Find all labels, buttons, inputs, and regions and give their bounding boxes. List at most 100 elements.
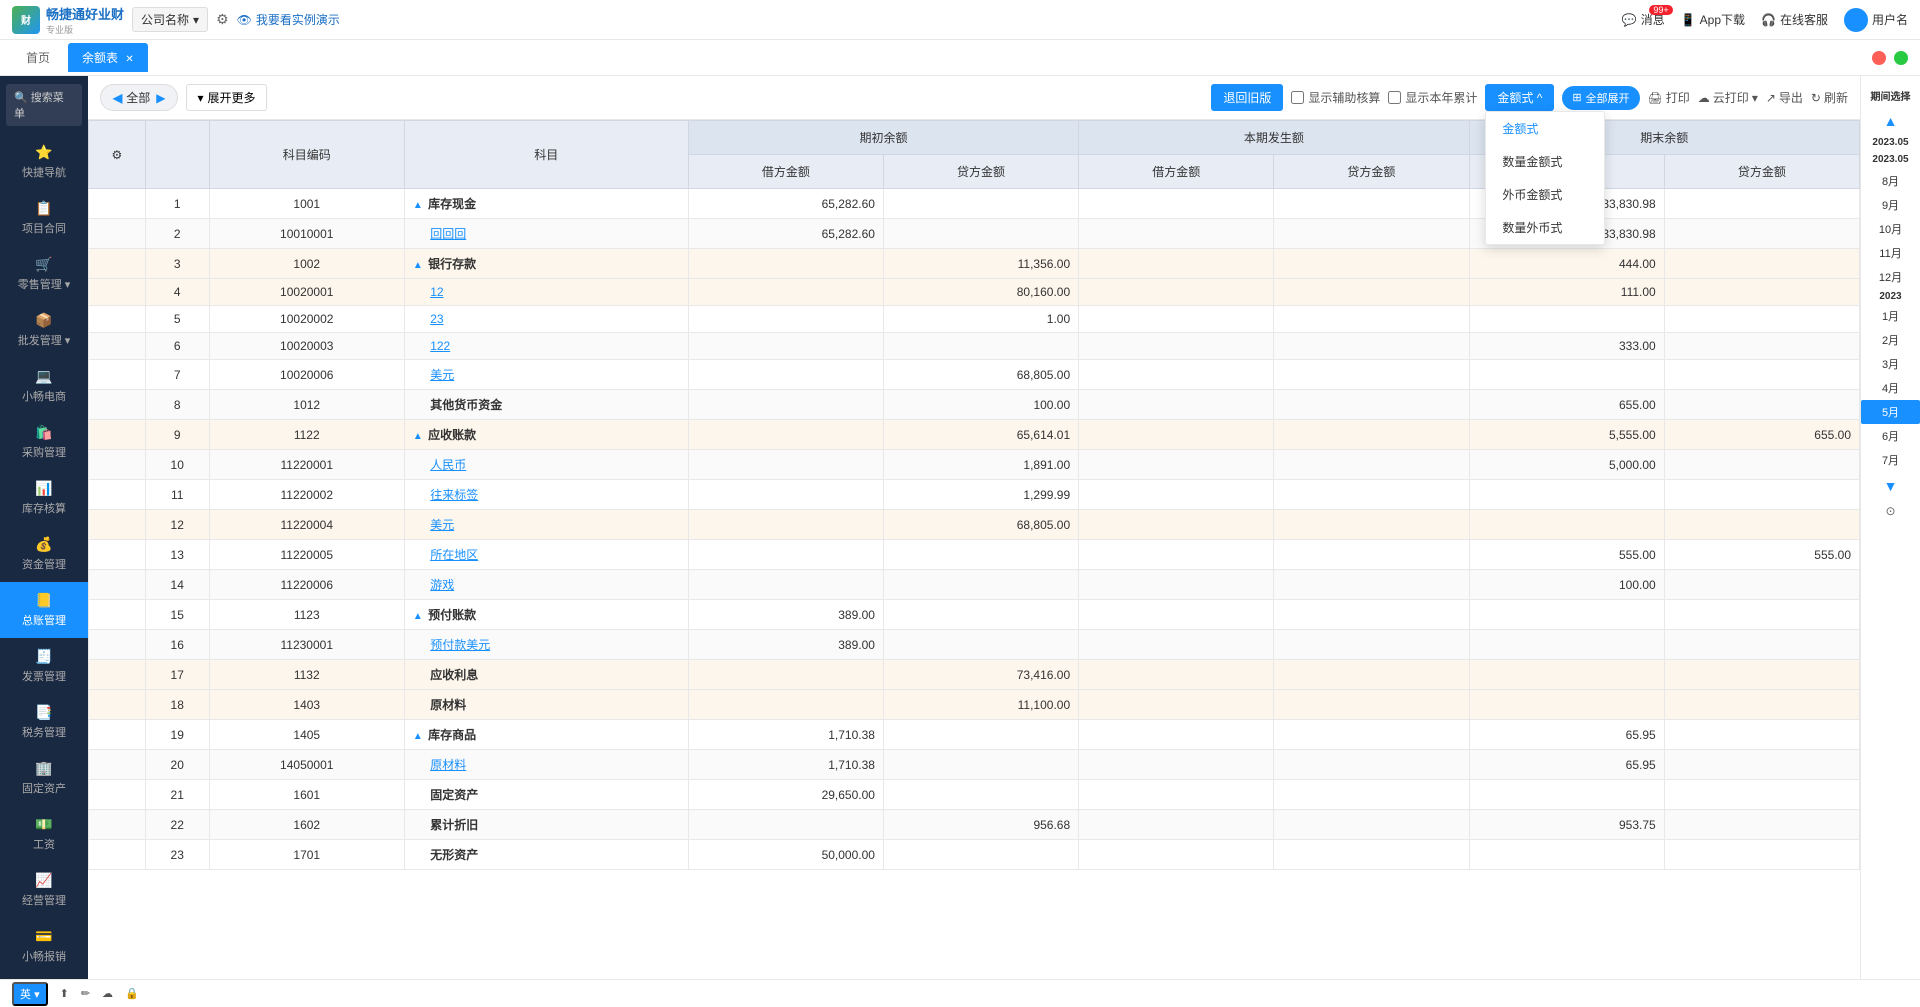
period-down-arrow[interactable]: ▼	[1880, 474, 1902, 498]
tab-balance[interactable]: 余额表 ✕	[68, 43, 148, 72]
row-subject-cell[interactable]: 游戏	[404, 570, 688, 600]
subject-name[interactable]: 回回回	[430, 227, 466, 241]
language-button[interactable]: 英 ▾	[12, 982, 48, 1006]
row-subject-cell[interactable]: 122	[404, 333, 688, 360]
expand-icon[interactable]: ▲	[413, 731, 423, 742]
subject-name[interactable]: 122	[430, 339, 450, 353]
company-selector[interactable]: 公司名称 ▾	[132, 7, 208, 32]
tab-close-icon[interactable]: ✕	[125, 54, 133, 65]
row-subject-cell[interactable]: 固定资产	[404, 780, 688, 810]
sidebar-item-wholesale[interactable]: 📦 批发管理 ▾	[0, 302, 88, 358]
settings-icon[interactable]: ⚙	[216, 11, 229, 28]
mode-option-qty-amount[interactable]: 数量金额式	[1486, 145, 1604, 178]
row-subject-cell[interactable]: 其他货币资金	[404, 390, 688, 420]
expand-icon[interactable]: ▲	[413, 200, 423, 211]
panel-collapse-button[interactable]: ⊙	[1881, 500, 1899, 522]
demo-link[interactable]: 👁 我要看实例演示	[237, 11, 340, 28]
sidebar-item-capital[interactable]: 💰 资金管理	[0, 526, 88, 582]
window-maximize-button[interactable]	[1894, 51, 1908, 65]
row-subject-cell[interactable]: 美元	[404, 510, 688, 540]
show-ytd-checkbox[interactable]: 显示本年累计	[1388, 89, 1477, 106]
month-button-10月[interactable]: 10月	[1861, 217, 1920, 241]
search-menu-button[interactable]: 🔍 搜索菜单	[6, 84, 82, 126]
app-download-button[interactable]: 📱 App下载	[1681, 11, 1745, 28]
month-button-5月[interactable]: 5月	[1861, 400, 1920, 424]
sidebar-item-accounting[interactable]: 📒 总账管理	[0, 582, 88, 638]
expand-more-button[interactable]: ▾ 展开更多	[186, 84, 266, 111]
row-subject-cell[interactable]: 人民币	[404, 450, 688, 480]
table-settings-icon[interactable]: ⚙	[112, 148, 123, 162]
subject-name[interactable]: 游戏	[430, 578, 454, 592]
period-up-arrow[interactable]: ▲	[1880, 109, 1902, 133]
row-subject-cell[interactable]: 往来标签	[404, 480, 688, 510]
row-subject-cell[interactable]: ▲ 银行存款	[404, 249, 688, 279]
bottom-icon-3[interactable]: ☁	[102, 987, 113, 1000]
cloud-print-button[interactable]: ☁ 云打印 ▾	[1698, 89, 1758, 106]
row-subject-cell[interactable]: 原材料	[404, 690, 688, 720]
row-subject-cell[interactable]: 美元	[404, 360, 688, 390]
subject-name[interactable]: 往来标签	[430, 488, 478, 502]
sidebar-item-purchase[interactable]: 🛍️ 采购管理	[0, 414, 88, 470]
sidebar-item-basic[interactable]: 🗂️ 基础信息	[0, 974, 88, 979]
row-subject-cell[interactable]: 无形资产	[404, 840, 688, 870]
sidebar-item-invoice[interactable]: 🧾 发票管理	[0, 638, 88, 694]
month-button-11月[interactable]: 11月	[1861, 241, 1920, 265]
row-subject-cell[interactable]: 23	[404, 306, 688, 333]
row-subject-cell[interactable]: 回回回	[404, 219, 688, 249]
sidebar-item-fixed-assets[interactable]: 🏢 固定资产	[0, 750, 88, 806]
row-subject-cell[interactable]: ▲ 库存现金	[404, 189, 688, 219]
expand-icon[interactable]: ▲	[413, 431, 423, 442]
all-filter-button[interactable]: ◀ 全部 ▶	[100, 84, 178, 111]
subject-name[interactable]: 预付款美元	[430, 638, 490, 652]
month-button-8月[interactable]: 8月	[1861, 169, 1920, 193]
return-old-version-button[interactable]: 退回旧版	[1211, 84, 1283, 111]
subject-name[interactable]: 美元	[430, 518, 454, 532]
row-subject-cell[interactable]: 应收利息	[404, 660, 688, 690]
row-subject-cell[interactable]: 12	[404, 279, 688, 306]
row-subject-cell[interactable]: ▲ 应收账款	[404, 420, 688, 450]
print-button[interactable]: 🖨 打印	[1648, 89, 1690, 106]
mode-option-amount[interactable]: 金额式	[1486, 112, 1604, 145]
month-button-7月[interactable]: 7月	[1861, 448, 1920, 472]
online-service-button[interactable]: 🎧 在线客服	[1761, 11, 1828, 28]
refresh-button[interactable]: ↻ 刷新	[1811, 89, 1848, 106]
subject-name[interactable]: 人民币	[430, 458, 466, 472]
row-subject-cell[interactable]: 所在地区	[404, 540, 688, 570]
subject-name[interactable]: 所在地区	[430, 548, 478, 562]
subject-name[interactable]: 23	[430, 312, 443, 326]
bottom-icon-4[interactable]: 🔒	[125, 987, 139, 1000]
sidebar-item-retail[interactable]: 🛒 零售管理 ▾	[0, 246, 88, 302]
user-profile[interactable]: 用户名	[1844, 8, 1908, 32]
mode-button[interactable]: 金额式 ^	[1485, 84, 1554, 111]
month-button-3月[interactable]: 3月	[1861, 352, 1920, 376]
sidebar-item-quick-nav[interactable]: ⭐ 快捷导航	[0, 134, 88, 190]
bottom-icon-1[interactable]: ⬆	[60, 987, 69, 1000]
ytd-checkbox-input[interactable]	[1388, 91, 1401, 104]
sidebar-item-inventory[interactable]: 📊 库存核算	[0, 470, 88, 526]
month-button-9月[interactable]: 9月	[1861, 193, 1920, 217]
auxiliary-checkbox-input[interactable]	[1291, 91, 1304, 104]
row-subject-cell[interactable]: ▲ 库存商品	[404, 720, 688, 750]
mode-option-qty-foreign[interactable]: 数量外币式	[1486, 211, 1604, 244]
month-button-4月[interactable]: 4月	[1861, 376, 1920, 400]
subject-name[interactable]: 美元	[430, 368, 454, 382]
sidebar-item-payroll[interactable]: 💵 工资	[0, 806, 88, 862]
sidebar-item-ecommerce[interactable]: 💻 小畅电商	[0, 358, 88, 414]
subject-name[interactable]: 原材料	[430, 758, 466, 772]
tab-home[interactable]: 首页	[12, 43, 64, 72]
row-subject-cell[interactable]: 累计折旧	[404, 810, 688, 840]
window-close-button[interactable]	[1872, 51, 1886, 65]
month-button-2月[interactable]: 2月	[1861, 328, 1920, 352]
export-button[interactable]: ↗ 导出	[1766, 89, 1803, 106]
month-button-6月[interactable]: 6月	[1861, 424, 1920, 448]
sidebar-item-tax[interactable]: 📑 税务管理	[0, 694, 88, 750]
month-button-12月[interactable]: 12月	[1861, 265, 1920, 289]
row-subject-cell[interactable]: 预付款美元	[404, 630, 688, 660]
row-subject-cell[interactable]: 原材料	[404, 750, 688, 780]
subject-name[interactable]: 12	[430, 285, 443, 299]
row-subject-cell[interactable]: ▲ 预付账款	[404, 600, 688, 630]
bottom-icon-2[interactable]: ✏	[81, 987, 90, 1000]
mode-option-foreign-amount[interactable]: 外币金额式	[1486, 178, 1604, 211]
expand-icon[interactable]: ▲	[413, 260, 423, 271]
message-button[interactable]: 💬 消息 99+	[1622, 11, 1665, 28]
